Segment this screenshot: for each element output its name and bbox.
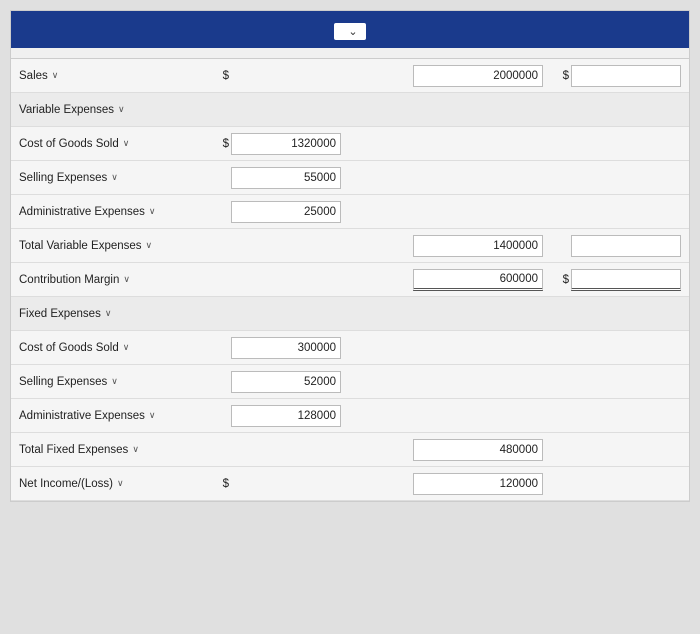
per-unit-value-sales[interactable]	[571, 65, 681, 87]
input-value-admin-variable[interactable]: 25000	[231, 201, 341, 223]
label-text-net-income: Net Income/(Loss)	[19, 478, 113, 490]
row-label-cogs-fixed: Cost of Goods Sold ∨	[11, 338, 211, 358]
label-text-admin-variable: Administrative Expenses	[19, 206, 145, 218]
row-label-admin-variable: Administrative Expenses ∨	[11, 202, 211, 222]
dropdown-chevron-fixed-expenses-header[interactable]: ∨	[105, 308, 112, 319]
dropdown-chevron-admin-fixed[interactable]: ∨	[149, 410, 156, 421]
per-unit-value-total-variable[interactable]	[571, 235, 681, 257]
period-selector[interactable]: ⌄	[334, 23, 365, 40]
table-body: Sales ∨$2000000$Variable Expenses ∨Cost …	[11, 59, 689, 501]
period-chevron-icon[interactable]: ⌄	[348, 25, 357, 38]
row-label-admin-fixed: Administrative Expenses ∨	[11, 406, 211, 426]
dropdown-chevron-selling-fixed[interactable]: ∨	[111, 376, 118, 387]
column-headers	[11, 48, 689, 59]
table-row-sales: Sales ∨$2000000$	[11, 59, 689, 93]
row-label-variable-expenses-header: Variable Expenses ∨	[11, 100, 211, 120]
table-row-total-variable: Total Variable Expenses ∨ 1400000	[11, 229, 689, 263]
dropdown-chevron-total-fixed[interactable]: ∨	[132, 444, 139, 455]
row-label-selling-variable: Selling Expenses ∨	[11, 168, 211, 188]
label-text-total-variable: Total Variable Expenses	[19, 240, 142, 252]
label-text-cogs-fixed: Cost of Goods Sold	[19, 342, 119, 354]
dropdown-chevron-cogs-variable[interactable]: ∨	[123, 138, 130, 149]
per-unit-dollar-contribution-margin: $	[551, 274, 571, 286]
label-text-selling-variable: Selling Expenses	[19, 172, 107, 184]
input-value-selling-variable[interactable]: 55000	[231, 167, 341, 189]
label-text-total-fixed: Total Fixed Expenses	[19, 444, 128, 456]
label-text-contribution-margin: Contribution Margin	[19, 274, 119, 286]
total-value-total-variable[interactable]: 1400000	[413, 235, 543, 257]
per-unit-value-contribution-margin[interactable]	[571, 269, 681, 291]
input-value-cogs-fixed[interactable]: 300000	[231, 337, 341, 359]
dropdown-chevron-contribution-margin[interactable]: ∨	[123, 274, 130, 285]
total-value-sales[interactable]: 2000000	[413, 65, 543, 87]
dropdown-chevron-admin-variable[interactable]: ∨	[149, 206, 156, 217]
row-label-total-variable: Total Variable Expenses ∨	[11, 236, 211, 256]
label-text-selling-fixed: Selling Expenses	[19, 376, 107, 388]
table-row-fixed-expenses-header: Fixed Expenses ∨	[11, 297, 689, 331]
dropdown-chevron-variable-expenses-header[interactable]: ∨	[118, 104, 125, 115]
label-text-sales: Sales	[19, 70, 48, 82]
total-value-contribution-margin[interactable]: 600000	[413, 269, 543, 291]
total-value-total-fixed[interactable]: 480000	[413, 439, 543, 461]
dropdown-chevron-net-income[interactable]: ∨	[117, 478, 124, 489]
label-text-fixed-expenses-header: Fixed Expenses	[19, 308, 101, 320]
table-row-contribution-margin: Contribution Margin ∨ 600000 $	[11, 263, 689, 297]
row-label-selling-fixed: Selling Expenses ∨	[11, 372, 211, 392]
table-row-total-fixed: Total Fixed Expenses ∨ 480000	[11, 433, 689, 467]
row-label-total-fixed: Total Fixed Expenses ∨	[11, 440, 211, 460]
dropdown-chevron-total-variable[interactable]: ∨	[146, 240, 153, 251]
header: ⌄	[11, 11, 689, 48]
dropdown-chevron-cogs-fixed[interactable]: ∨	[123, 342, 130, 353]
table-row-admin-fixed: Administrative Expenses ∨ 128000	[11, 399, 689, 433]
label-text-admin-fixed: Administrative Expenses	[19, 410, 145, 422]
table-row-net-income: Net Income/(Loss) ∨$120000	[11, 467, 689, 501]
table-row-cogs-variable: Cost of Goods Sold ∨$1320000	[11, 127, 689, 161]
row-label-contribution-margin: Contribution Margin ∨	[11, 270, 211, 290]
main-container: ⌄ Sales ∨$2000000$Variable Expenses ∨Cos…	[10, 10, 690, 502]
row-label-net-income: Net Income/(Loss) ∨	[11, 474, 211, 494]
row-label-sales: Sales ∨	[11, 66, 211, 86]
dollar-prefix-net-income: $	[211, 478, 231, 490]
dollar-prefix-cogs-variable: $	[211, 138, 231, 150]
dropdown-chevron-sales[interactable]: ∨	[52, 70, 59, 81]
table-row-cogs-fixed: Cost of Goods Sold ∨ 300000	[11, 331, 689, 365]
table-row-selling-variable: Selling Expenses ∨ 55000	[11, 161, 689, 195]
label-text-cogs-variable: Cost of Goods Sold	[19, 138, 119, 150]
input-value-cogs-variable[interactable]: 1320000	[231, 133, 341, 155]
total-value-net-income[interactable]: 120000	[413, 473, 543, 495]
table-row-admin-variable: Administrative Expenses ∨ 25000	[11, 195, 689, 229]
row-label-fixed-expenses-header: Fixed Expenses ∨	[11, 304, 211, 324]
input-value-admin-fixed[interactable]: 128000	[231, 405, 341, 427]
table-row-variable-expenses-header: Variable Expenses ∨	[11, 93, 689, 127]
table-row-selling-fixed: Selling Expenses ∨ 52000	[11, 365, 689, 399]
per-unit-dollar-sales: $	[551, 70, 571, 82]
label-text-variable-expenses-header: Variable Expenses	[19, 104, 114, 116]
row-label-cogs-variable: Cost of Goods Sold ∨	[11, 134, 211, 154]
input-value-selling-fixed[interactable]: 52000	[231, 371, 341, 393]
dropdown-chevron-selling-variable[interactable]: ∨	[111, 172, 118, 183]
dollar-prefix-sales: $	[211, 70, 231, 82]
